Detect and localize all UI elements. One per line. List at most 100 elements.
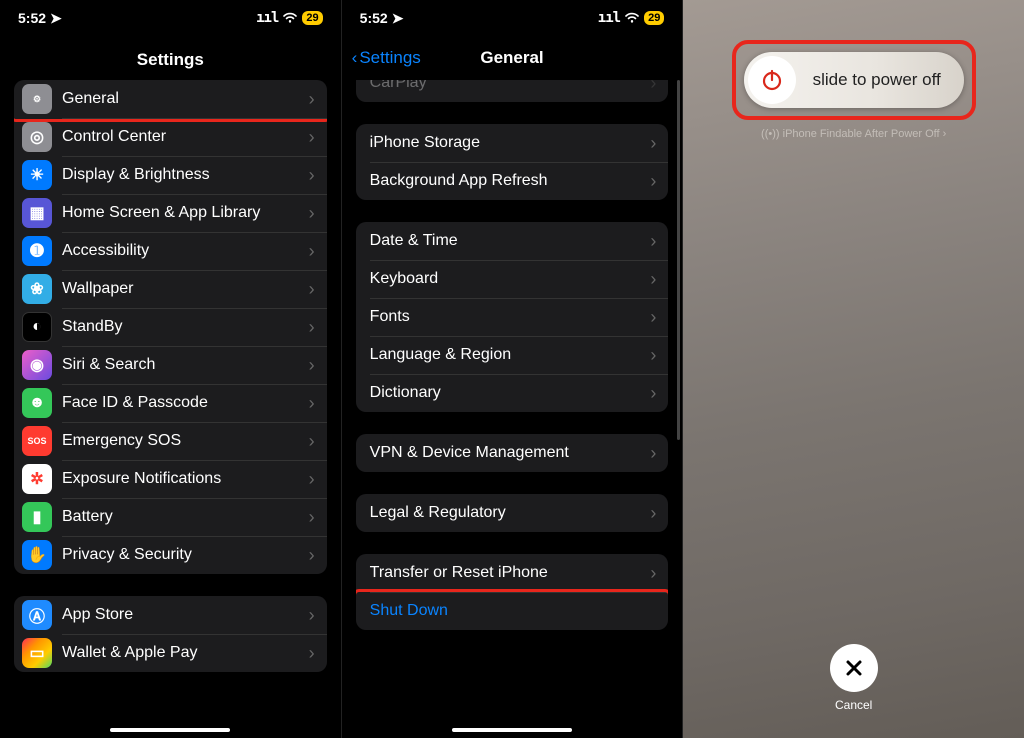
exposure-notifications-icon: ✲ bbox=[22, 464, 52, 494]
row-display-brightness[interactable]: ☀Display & Brightness› bbox=[14, 156, 327, 194]
wallpaper-icon: ❀ bbox=[22, 274, 52, 304]
general-group-cut: CarPlay › bbox=[356, 80, 669, 102]
row-iphone-storage[interactable]: iPhone Storage› bbox=[356, 124, 669, 162]
standby-icon: ◐ bbox=[22, 312, 52, 342]
power-icon bbox=[760, 68, 784, 92]
general-group-power: Transfer or Reset iPhone›Shut Down bbox=[356, 554, 669, 630]
control-center-icon: ◎ bbox=[22, 122, 52, 152]
slider-label: slide to power off bbox=[800, 70, 964, 90]
battery-level: 29 bbox=[644, 11, 664, 25]
chevron-right-icon: › bbox=[650, 269, 656, 290]
row-label: iPhone Storage bbox=[370, 134, 651, 152]
row-control-center[interactable]: ◎ Control Center› bbox=[14, 118, 327, 156]
panel-settings: 5:52 ➤ ııl 29 Settings ⚙︎General›◎Contro… bbox=[0, 0, 341, 738]
chevron-right-icon: › bbox=[650, 133, 656, 154]
row-app-store[interactable]: ⒶApp Store› bbox=[14, 596, 327, 634]
row-battery[interactable]: ▮Battery› bbox=[14, 498, 327, 536]
row-label: StandBy bbox=[62, 318, 309, 336]
row-label: Language & Region bbox=[370, 346, 651, 364]
cancel-button[interactable] bbox=[830, 644, 878, 692]
power-off-slider[interactable]: slide to power off bbox=[744, 52, 964, 108]
chevron-right-icon: › bbox=[309, 643, 315, 664]
row-home-screen[interactable]: ▦Home Screen & App Library› bbox=[14, 194, 327, 232]
settings-group-main: ⚙︎General›◎Control Center›☀Display & Bri… bbox=[14, 80, 327, 574]
status-bar: 5:52 ➤ ııl 29 bbox=[342, 0, 683, 36]
back-label: Settings bbox=[359, 48, 420, 68]
row-label: Privacy & Security bbox=[62, 546, 309, 564]
general-group-legal: Legal & Regulatory› bbox=[356, 494, 669, 532]
row-fonts[interactable]: Fonts› bbox=[356, 298, 669, 336]
home-screen-icon: ▦ bbox=[22, 198, 52, 228]
chevron-right-icon: › bbox=[309, 545, 315, 566]
wifi-icon bbox=[282, 10, 298, 26]
status-bar: 5:52 ➤ ııl 29 bbox=[0, 0, 341, 36]
row-label: Dictionary bbox=[370, 384, 651, 402]
chevron-right-icon: › bbox=[943, 128, 947, 140]
row-label: Transfer or Reset iPhone bbox=[370, 564, 651, 582]
power-knob[interactable] bbox=[748, 56, 796, 104]
battery-icon: ▮ bbox=[22, 502, 52, 532]
chevron-right-icon: › bbox=[309, 431, 315, 452]
general-group-storage: iPhone Storage›Background App Refresh› bbox=[356, 124, 669, 200]
row-carplay[interactable]: CarPlay › bbox=[356, 80, 669, 102]
signal-icon: ııl bbox=[598, 10, 620, 26]
chevron-right-icon: › bbox=[309, 279, 315, 300]
chevron-right-icon: › bbox=[650, 80, 656, 94]
status-time: 5:52 bbox=[18, 10, 46, 26]
row-shut-down[interactable]: Shut Down bbox=[356, 592, 669, 630]
panel-power-off: slide to power off ((•)) iPhone Findable… bbox=[682, 0, 1024, 738]
row-label: VPN & Device Management bbox=[370, 444, 651, 462]
row-language-region[interactable]: Language & Region› bbox=[356, 336, 669, 374]
row-keyboard[interactable]: Keyboard› bbox=[356, 260, 669, 298]
row-general[interactable]: ⚙︎General› bbox=[14, 80, 327, 118]
row-background-app-refresh[interactable]: Background App Refresh› bbox=[356, 162, 669, 200]
display-brightness-icon: ☀ bbox=[22, 160, 52, 190]
row-siri-search[interactable]: ◉Siri & Search› bbox=[14, 346, 327, 384]
row-label: Control Center bbox=[62, 128, 309, 146]
status-time: 5:52 bbox=[360, 10, 388, 26]
chevron-right-icon: › bbox=[650, 307, 656, 328]
row-privacy-security[interactable]: ✋Privacy & Security› bbox=[14, 536, 327, 574]
row-wallpaper[interactable]: ❀ Wallpaper› bbox=[14, 270, 327, 308]
battery-level: 29 bbox=[302, 11, 322, 25]
chevron-right-icon: › bbox=[309, 469, 315, 490]
row-standby[interactable]: ◐StandBy› bbox=[14, 308, 327, 346]
scrollbar[interactable] bbox=[677, 80, 680, 440]
row-vpn-device-management[interactable]: VPN & Device Management› bbox=[356, 434, 669, 472]
home-indicator[interactable] bbox=[452, 728, 572, 732]
accessibility-icon: ➊ bbox=[22, 236, 52, 266]
row-label: Emergency SOS bbox=[62, 432, 309, 450]
wifi-icon bbox=[624, 10, 640, 26]
home-indicator[interactable] bbox=[110, 728, 230, 732]
row-transfer-reset-iphone[interactable]: Transfer or Reset iPhone› bbox=[356, 554, 669, 592]
close-icon bbox=[844, 658, 864, 678]
signal-icon: ııl bbox=[256, 10, 278, 26]
chevron-right-icon: › bbox=[309, 89, 315, 110]
back-button[interactable]: ‹ Settings bbox=[352, 48, 421, 68]
chevron-right-icon: › bbox=[309, 165, 315, 186]
chevron-right-icon: › bbox=[650, 443, 656, 464]
panel-general: 5:52 ➤ ııl 29 ‹ Settings General CarPlay… bbox=[341, 0, 683, 738]
row-label: Accessibility bbox=[62, 242, 309, 260]
row-label: Home Screen & App Library bbox=[62, 204, 309, 222]
row-wallet-apple-pay[interactable]: ▭Wallet & Apple Pay› bbox=[14, 634, 327, 672]
row-label: Date & Time bbox=[370, 232, 651, 250]
row-dictionary[interactable]: Dictionary› bbox=[356, 374, 669, 412]
chevron-right-icon: › bbox=[309, 127, 315, 148]
row-date-time[interactable]: Date & Time› bbox=[356, 222, 669, 260]
findable-text[interactable]: ((•)) iPhone Findable After Power Off › bbox=[683, 128, 1024, 140]
row-label: Wallpaper bbox=[62, 280, 309, 298]
siri-search-icon: ◉ bbox=[22, 350, 52, 380]
row-label: App Store bbox=[62, 606, 309, 624]
row-label: Legal & Regulatory bbox=[370, 504, 651, 522]
settings-group-store: ⒶApp Store›▭Wallet & Apple Pay› bbox=[14, 596, 327, 672]
row-label: Battery bbox=[62, 508, 309, 526]
row-face-id[interactable]: ☻Face ID & Passcode› bbox=[14, 384, 327, 422]
chevron-right-icon: › bbox=[309, 605, 315, 626]
row-label: General bbox=[62, 90, 309, 108]
row-emergency-sos[interactable]: SOSEmergency SOS› bbox=[14, 422, 327, 460]
row-legal-regulatory[interactable]: Legal & Regulatory› bbox=[356, 494, 669, 532]
row-accessibility[interactable]: ➊Accessibility› bbox=[14, 232, 327, 270]
chevron-right-icon: › bbox=[650, 171, 656, 192]
row-exposure-notifications[interactable]: ✲Exposure Notifications› bbox=[14, 460, 327, 498]
